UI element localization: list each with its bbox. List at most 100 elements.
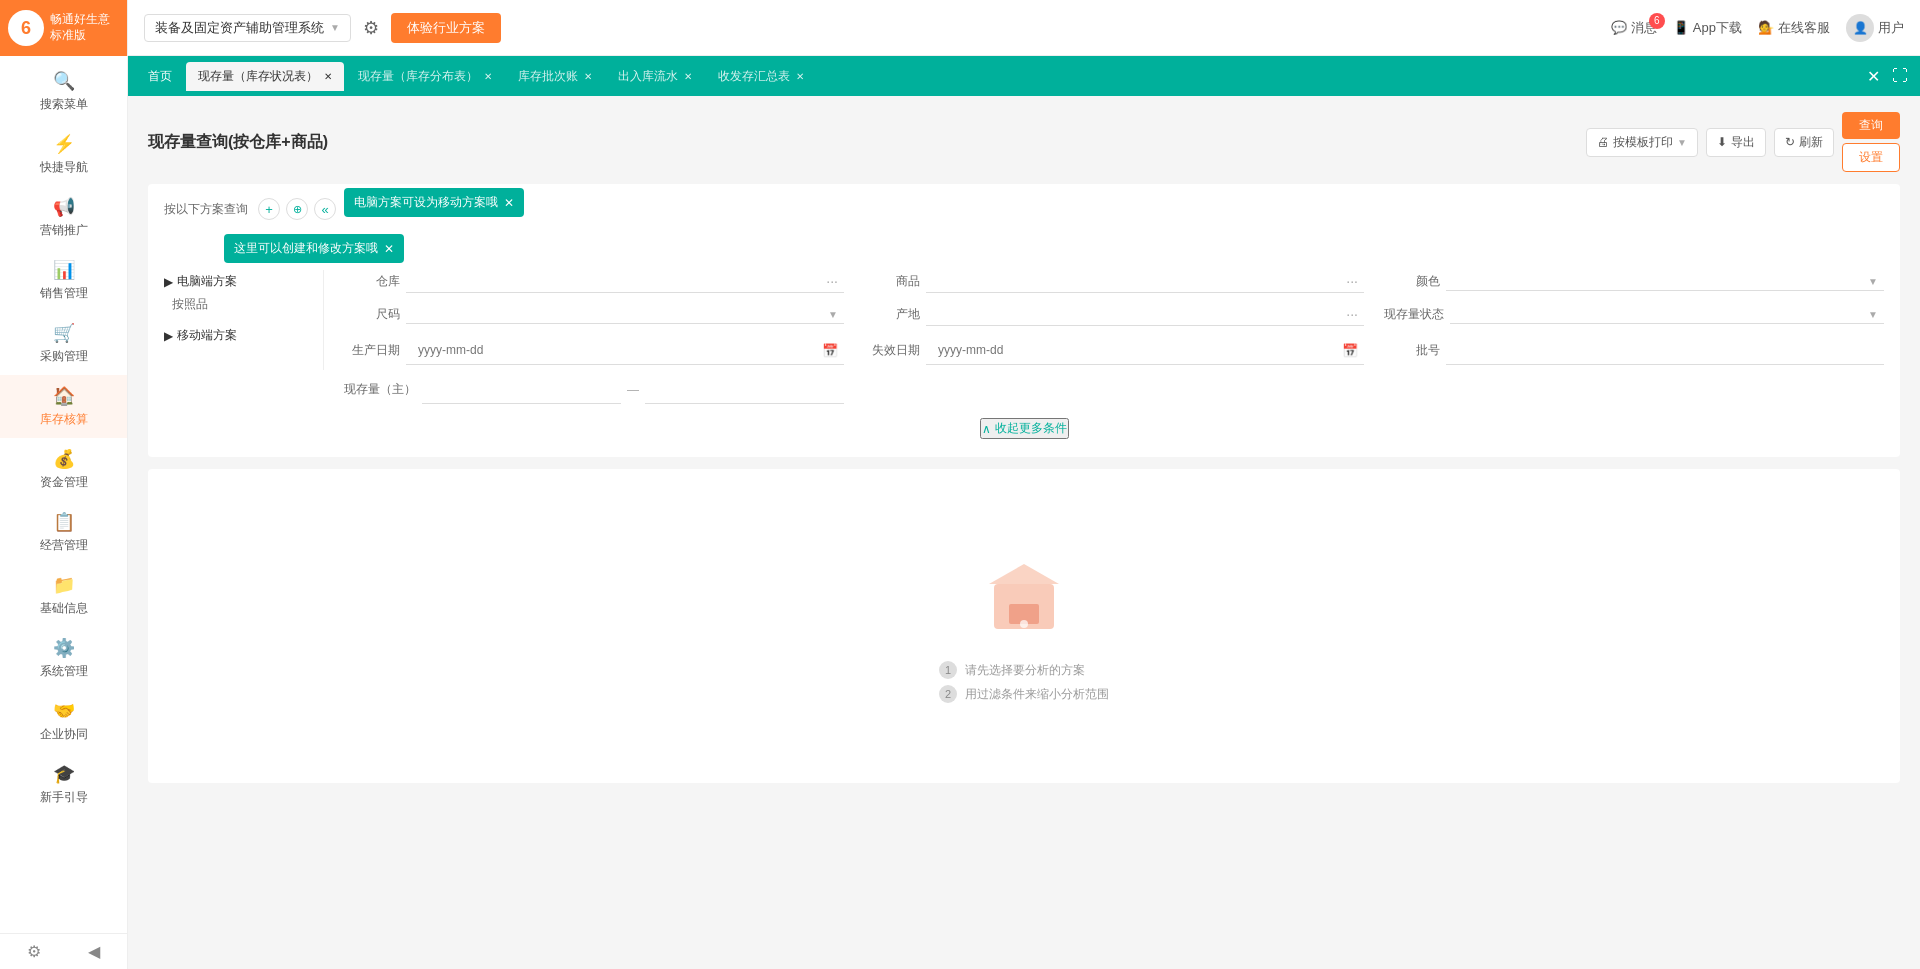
result-area: 1 请先选择要分析的方案 2 用过滤条件来缩小分析范围 — [148, 469, 1900, 783]
tooltip-scheme-mobile: 电脑方案可设为移动方案哦 ✕ — [344, 188, 524, 217]
toolbar-right: 🖨 按模板打印 ▼ ⬇ 导出 ↻ 刷新 查询 设置 — [1586, 112, 1900, 172]
sidebar-item-marketing[interactable]: 📢 营销推广 — [0, 186, 127, 249]
inventory-min-input[interactable] — [428, 378, 615, 400]
sidebar-item-label: 经营管理 — [40, 537, 88, 554]
settings-gear-icon[interactable]: ⚙ — [363, 17, 379, 39]
top-header: 装备及固定资产辅助管理系统 ▼ ⚙ 体验行业方案 💬 消息 6 📱 App下载 … — [128, 0, 1920, 56]
system-selector[interactable]: 装备及固定资产辅助管理系统 ▼ — [144, 14, 351, 42]
collapse-footer-btn[interactable]: ◀ — [88, 942, 100, 961]
close-all-tabs-btn[interactable]: ✕ — [1863, 63, 1884, 90]
empty-svg — [974, 549, 1074, 649]
tab-batch-account[interactable]: 库存批次账 ✕ — [506, 62, 604, 91]
fullscreen-btn[interactable]: ⛶ — [1888, 63, 1912, 90]
tooltip2-close-btn[interactable]: ✕ — [384, 242, 394, 256]
svg-marker-1 — [989, 564, 1059, 584]
svg-point-3 — [1020, 620, 1028, 628]
tab-close-icon[interactable]: ✕ — [684, 71, 692, 82]
app-download-btn[interactable]: 📱 App下载 — [1673, 19, 1742, 37]
tab-close-icon[interactable]: ✕ — [584, 71, 592, 82]
messages-btn[interactable]: 💬 消息 6 — [1611, 19, 1657, 37]
produce-date-input[interactable] — [412, 339, 822, 361]
user-menu[interactable]: 👤 用户 — [1846, 14, 1904, 42]
inventory-icon: 🏠 — [53, 385, 75, 407]
scheme-group-mobile-label: 移动端方案 — [177, 327, 237, 344]
tab-label: 库存批次账 — [518, 68, 578, 85]
add-scheme-btn[interactable]: + — [258, 198, 280, 220]
search-btn[interactable]: 查询 — [1842, 112, 1900, 139]
origin-ellipsis-btn[interactable]: ··· — [1346, 306, 1358, 322]
empty-state: 1 请先选择要分析的方案 2 用过滤条件来缩小分析范围 — [168, 489, 1880, 763]
collapse-more-btn[interactable]: ∧ 收起更多条件 — [980, 418, 1069, 439]
sidebar-item-enterprise[interactable]: 🤝 企业协同 — [0, 690, 127, 753]
tab-inventory-distribution[interactable]: 现存量（库存分布表） ✕ — [346, 62, 504, 91]
print-label: 按模板打印 — [1613, 134, 1673, 151]
empty-step-1: 1 请先选择要分析的方案 — [939, 661, 1109, 679]
empty-steps: 1 请先选择要分析的方案 2 用过滤条件来缩小分析范围 — [939, 661, 1109, 703]
tab-inventory-status[interactable]: 现存量（库存状况表） ✕ — [186, 62, 344, 91]
trial-button[interactable]: 体验行业方案 — [391, 13, 501, 43]
sidebar-item-label: 快捷导航 — [40, 159, 88, 176]
tab-label: 现存量（库存分布表） — [358, 68, 478, 85]
sidebar-item-label: 营销推广 — [40, 222, 88, 239]
sidebar-item-basic[interactable]: 📁 基础信息 — [0, 564, 127, 627]
inventory-max-input[interactable] — [651, 378, 838, 400]
refresh-btn[interactable]: ↻ 刷新 — [1774, 128, 1834, 157]
sidebar-item-inventory[interactable]: 🏠 库存核算 — [0, 375, 127, 438]
sidebar-item-sales[interactable]: 📊 销售管理 — [0, 249, 127, 312]
step-text-2: 用过滤条件来缩小分析范围 — [965, 686, 1109, 703]
filter-more-row: ∧ 收起更多条件 — [164, 414, 1884, 443]
settings-footer-btn[interactable]: ⚙ — [27, 942, 41, 961]
collapse-label: 收起更多条件 — [995, 420, 1067, 437]
field-status: 现存量状态 ▼ — [1384, 306, 1884, 324]
reset-btn[interactable]: 设置 — [1842, 143, 1900, 172]
export-btn[interactable]: ⬇ 导出 — [1706, 128, 1766, 157]
tab-home[interactable]: 首页 — [136, 62, 184, 91]
filter-label: 按以下方案查询 — [164, 201, 248, 218]
sidebar-item-operations[interactable]: 📋 经营管理 — [0, 501, 127, 564]
tab-summary[interactable]: 收发存汇总表 ✕ — [706, 62, 816, 91]
sidebar-item-purchase[interactable]: 🛒 采购管理 — [0, 312, 127, 375]
warehouse-ellipsis-btn[interactable]: ··· — [826, 273, 838, 289]
tooltip1-close-btn[interactable]: ✕ — [504, 196, 514, 210]
batch-input[interactable] — [1452, 339, 1878, 361]
sidebar-item-search[interactable]: 🔍 搜索菜单 — [0, 60, 127, 123]
back-scheme-btn[interactable]: « — [314, 198, 336, 220]
size-dropdown-arrow[interactable]: ▼ — [828, 309, 838, 320]
copy-scheme-btn[interactable]: ⊕ — [286, 198, 308, 220]
color-dropdown-arrow[interactable]: ▼ — [1868, 276, 1878, 287]
expire-date-input[interactable] — [932, 339, 1342, 361]
warehouse-label: 仓库 — [344, 273, 400, 290]
tooltip-text2: 这里可以创建和修改方案哦 — [234, 240, 378, 257]
scheme-group-mobile-title[interactable]: ▶ 移动端方案 — [164, 324, 311, 347]
color-label: 颜色 — [1384, 273, 1440, 290]
search-icon: 🔍 — [53, 70, 75, 92]
page-header: 现存量查询(按仓库+商品) 🖨 按模板打印 ▼ ⬇ 导出 ↻ 刷新 查询 设置 — [148, 112, 1900, 172]
sidebar-item-finance[interactable]: 💰 资金管理 — [0, 438, 127, 501]
field-color: 颜色 ▼ — [1384, 273, 1884, 291]
status-dropdown-arrow[interactable]: ▼ — [1868, 309, 1878, 320]
sidebar-item-label: 搜索菜单 — [40, 96, 88, 113]
tab-close-icon[interactable]: ✕ — [796, 71, 804, 82]
sidebar-item-label: 基础信息 — [40, 600, 88, 617]
collapse-icon: ∧ — [982, 422, 991, 436]
field-inventory-range: 现存量（主） — — [344, 375, 844, 404]
tab-close-icon[interactable]: ✕ — [324, 71, 332, 82]
sidebar-item-guide[interactable]: 🎓 新手引导 — [0, 753, 127, 816]
tab-close-icon[interactable]: ✕ — [484, 71, 492, 82]
filter-form-container: 仓库 ··· 商品 ··· — [344, 270, 1884, 414]
print-btn[interactable]: 🖨 按模板打印 ▼ — [1586, 128, 1698, 157]
scheme-item-desktop[interactable]: 按照品 — [164, 293, 311, 316]
scheme-group-desktop-title[interactable]: ▶ 电脑端方案 — [164, 270, 311, 293]
purchase-icon: 🛒 — [53, 322, 75, 344]
sidebar-item-system[interactable]: ⚙️ 系统管理 — [0, 627, 127, 690]
tab-inout-flow[interactable]: 出入库流水 ✕ — [606, 62, 704, 91]
field-goods: 商品 ··· — [864, 270, 1364, 293]
message-badge: 6 — [1649, 13, 1665, 29]
tabs-end-btns: ✕ ⛶ — [1863, 63, 1912, 90]
produce-date-calendar-icon[interactable]: 📅 — [822, 343, 838, 358]
sidebar-footer: ⚙ ◀ — [0, 933, 127, 969]
support-btn[interactable]: 💁 在线客服 — [1758, 19, 1830, 37]
expire-date-calendar-icon[interactable]: 📅 — [1342, 343, 1358, 358]
sidebar-item-quicknav[interactable]: ⚡ 快捷导航 — [0, 123, 127, 186]
goods-ellipsis-btn[interactable]: ··· — [1346, 273, 1358, 289]
